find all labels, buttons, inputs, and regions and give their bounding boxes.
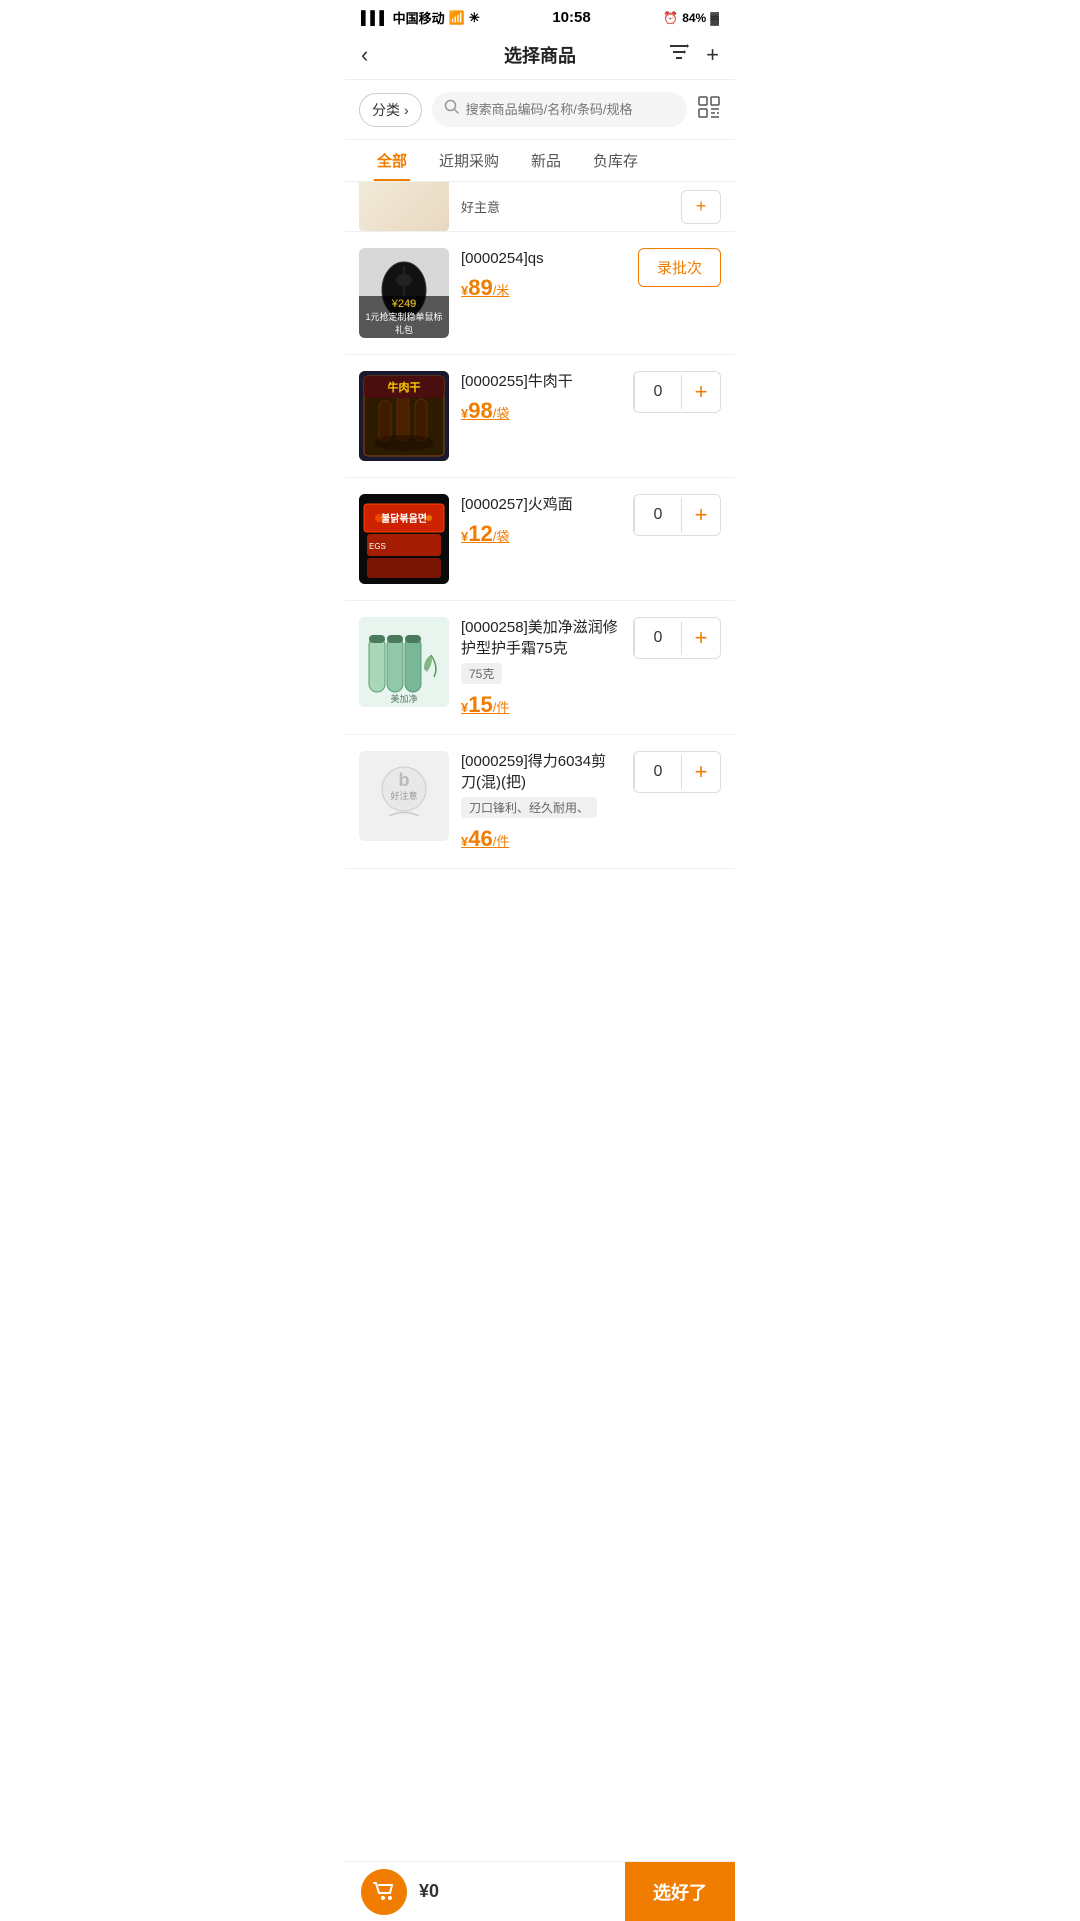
product-action: 0 + [633, 494, 721, 536]
status-bar: ▌▌▌ 中国移动 📶 ✳ 10:58 ⏰ 84% ▓ [345, 0, 735, 31]
product-badge: ¥249 1元抢定制稳单鼠标礼包 [359, 296, 449, 338]
page-title: 选择商品 [504, 42, 576, 68]
product-name: [0000258]美加净滋润修护型护手霜75克 [461, 617, 621, 659]
category-label: 分类 [372, 100, 400, 120]
svg-text:美加净: 美加净 [390, 693, 417, 704]
quantity-control: 0 + [633, 751, 721, 793]
product-image: 牛肉干 [359, 371, 449, 461]
quantity-increment-button[interactable]: + [682, 372, 720, 412]
svg-text:好注意: 好注意 [390, 790, 417, 801]
battery-icon: ▓ [710, 11, 719, 25]
cart-total: ¥0 [419, 1881, 439, 1902]
product-image: 美加净 [359, 617, 449, 707]
cart-section: ¥0 [345, 1869, 625, 1915]
search-icon [444, 99, 460, 120]
quantity-display: 0 [634, 375, 682, 409]
battery-text: 84% [682, 11, 706, 25]
product-action: 0 + [633, 617, 721, 659]
product-info: [0000258]美加净滋润修护型护手霜75克 75克 ¥15/件 [461, 617, 621, 718]
status-right: ⏰ 84% ▓ [663, 11, 719, 25]
product-name: [0000255]牛肉干 [461, 371, 621, 392]
alarm-icon: ⏰ [663, 11, 678, 25]
product-info: [0000255]牛肉干 ¥98/袋 [461, 371, 621, 424]
tab-all[interactable]: 全部 [361, 140, 423, 181]
product-item: 불닭볶음면 EGS [0000257]火鸡面 ¥12/袋 0 + [345, 478, 735, 601]
svg-text:牛肉干: 牛肉干 [388, 380, 421, 394]
tab-recent[interactable]: 近期采购 [423, 140, 515, 181]
header-actions: + [668, 41, 719, 69]
svg-text:불닭볶음면: 불닭볶음면 [381, 512, 427, 525]
cart-button[interactable] [361, 1869, 407, 1915]
product-list: ¥249 1元抢定制稳单鼠标礼包 [0000254]qs ¥89/米 录批次 [345, 232, 735, 949]
status-left: ▌▌▌ 中国移动 📶 ✳ [361, 8, 480, 27]
quantity-display: 0 [634, 755, 682, 789]
tab-bar: 全部 近期采购 新品 负库存 [345, 140, 735, 182]
product-image: 불닭볶음면 EGS [359, 494, 449, 584]
quantity-display: 0 [634, 498, 682, 532]
product-action: 0 + [633, 371, 721, 413]
quantity-control: 0 + [633, 494, 721, 536]
product-image: b 好注意 [359, 751, 449, 841]
back-button[interactable]: ‹ [361, 42, 368, 68]
product-info: [0000257]火鸡面 ¥12/袋 [461, 494, 621, 547]
quantity-increment-button[interactable]: + [682, 618, 720, 658]
header: ‹ 选择商品 + [345, 31, 735, 80]
product-price: ¥46/件 [461, 833, 509, 850]
product-price: ¥12/袋 [461, 528, 509, 545]
record-batch-button[interactable]: 录批次 [638, 248, 721, 287]
bottom-bar: ¥0 选好了 [345, 1861, 735, 1921]
product-info: [0000254]qs ¥89/米 [461, 248, 626, 301]
tab-new[interactable]: 新品 [515, 140, 577, 181]
filter-icon[interactable] [668, 41, 690, 69]
product-price: ¥15/件 [461, 699, 509, 716]
quantity-display: 0 [634, 621, 682, 655]
quantity-increment-button[interactable]: + [682, 495, 720, 535]
quantity-control: 0 + [633, 371, 721, 413]
product-name: [0000254]qs [461, 248, 626, 269]
carrier-name: 中国移动 [393, 8, 445, 27]
product-name: [0000257]火鸡面 [461, 494, 621, 515]
chevron-right-icon: › [404, 102, 409, 118]
tab-negative[interactable]: 负库存 [577, 140, 654, 181]
product-info: [0000259]得力6034剪刀(混)(把) 刀口锋利、经久耐用、 ¥46/件 [461, 751, 621, 852]
category-button[interactable]: 分类 › [359, 93, 422, 127]
product-tag: 75克 [461, 663, 502, 684]
product-action: 录批次 [638, 248, 721, 287]
add-icon[interactable]: + [706, 42, 719, 68]
product-item: 牛肉干 [0000255]牛肉干 ¥98/袋 0 + [345, 355, 735, 478]
search-row: 分类 › [345, 80, 735, 140]
partial-scrolled-item: 好主意 + [345, 182, 735, 232]
confirm-button[interactable]: 选好了 [625, 1862, 735, 1921]
search-input[interactable] [466, 102, 675, 117]
status-time: 10:58 [552, 9, 590, 26]
svg-text:b: b [399, 770, 410, 790]
quantity-increment-button[interactable]: + [682, 752, 720, 792]
signal-icon: ▌▌▌ [361, 10, 389, 25]
product-item: ¥249 1元抢定制稳单鼠标礼包 [0000254]qs ¥89/米 录批次 [345, 232, 735, 355]
product-tag: 刀口锋利、经久耐用、 [461, 797, 597, 818]
wifi-icon: 📶 [449, 10, 465, 26]
product-price: ¥89/米 [461, 282, 509, 299]
product-item: 美加净 [0000258]美加净滋润修护型护手霜75克 75克 ¥15/件 0 … [345, 601, 735, 735]
product-name: [0000259]得力6034剪刀(混)(把) [461, 751, 621, 793]
search-box[interactable] [432, 92, 687, 127]
product-price: ¥98/袋 [461, 405, 509, 422]
extra-icon: ✳ [469, 10, 480, 26]
svg-text:EGS: EGS [369, 542, 386, 551]
scan-icon[interactable] [697, 95, 721, 125]
product-item: b 好注意 [0000259]得力6034剪刀(混)(把) 刀口锋利、经久耐用、… [345, 735, 735, 869]
quantity-control: 0 + [633, 617, 721, 659]
product-action: 0 + [633, 751, 721, 793]
product-image: ¥249 1元抢定制稳单鼠标礼包 [359, 248, 449, 338]
partial-text: 好主意 [461, 197, 500, 216]
